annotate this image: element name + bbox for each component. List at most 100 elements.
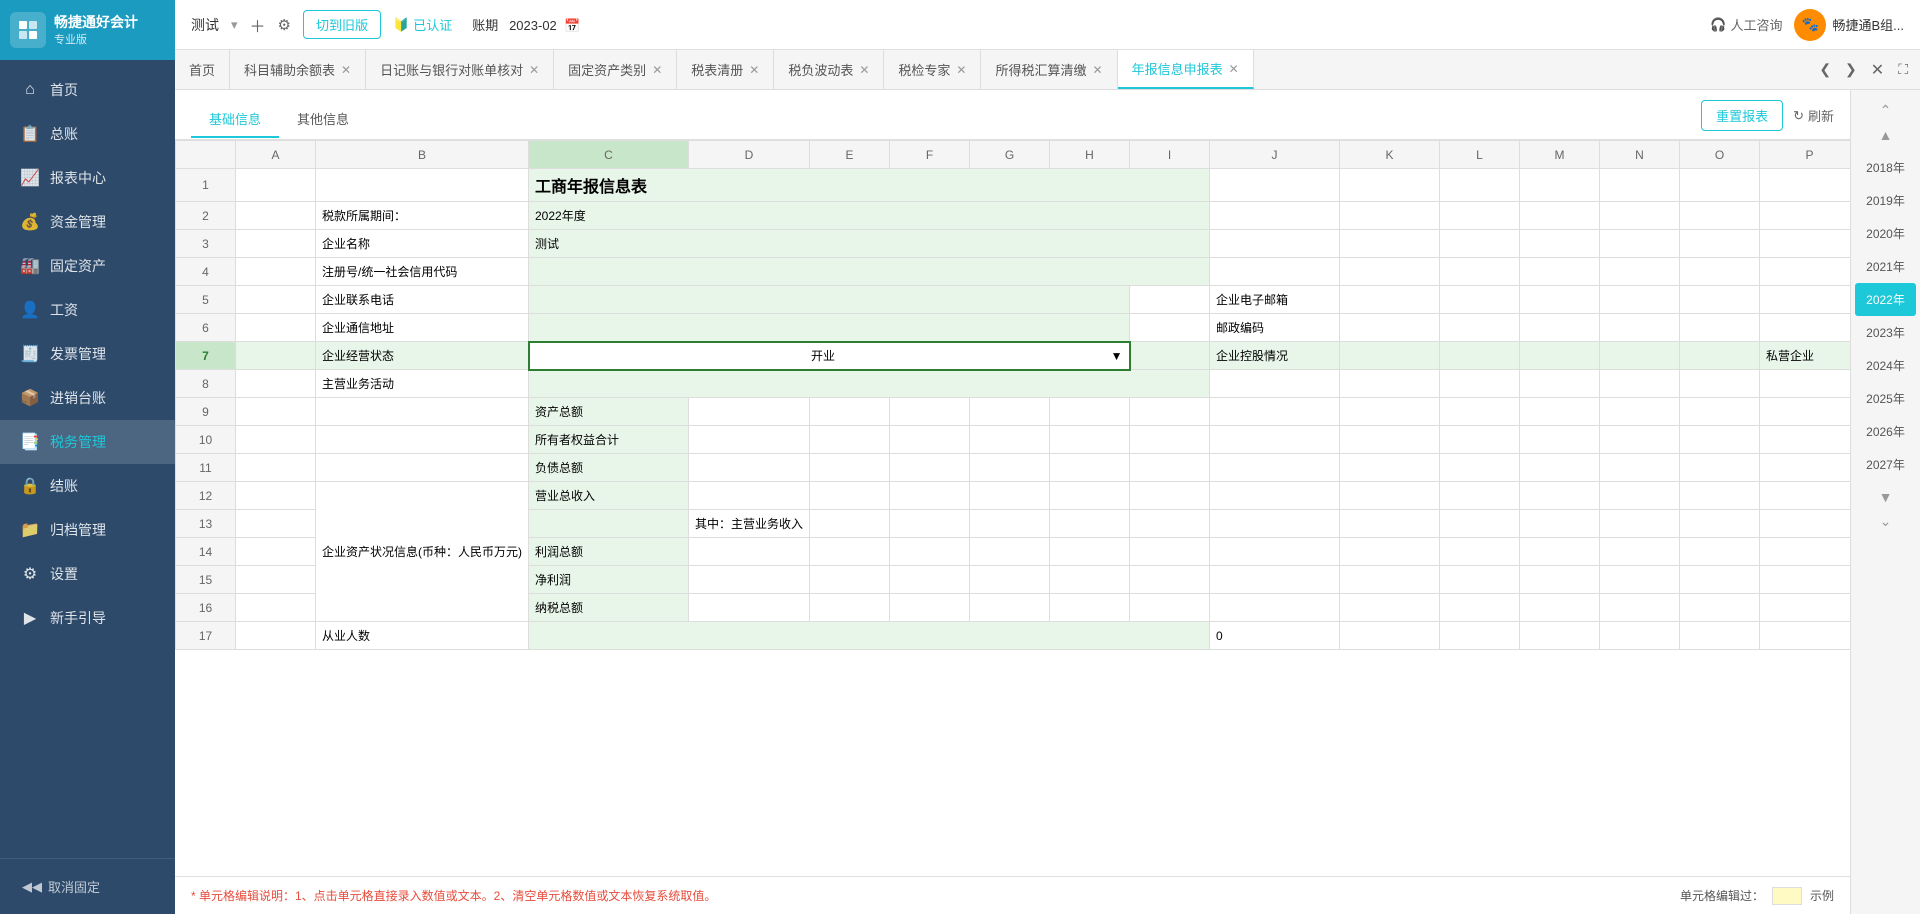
cell-7a[interactable] — [236, 342, 316, 370]
cell-14d[interactable] — [689, 538, 810, 566]
cell-4b[interactable]: 注册号/统一社会信用代码 — [316, 258, 529, 286]
cell-9l[interactable] — [1440, 398, 1520, 426]
year-item-2021[interactable]: 2021年 — [1851, 250, 1920, 283]
sidebar-item-finance[interactable]: 💰 资金管理 — [0, 200, 175, 244]
cell-10h[interactable] — [1050, 426, 1130, 454]
cell-3p[interactable] — [1760, 230, 1850, 258]
cell-5o[interactable] — [1680, 286, 1760, 314]
cell-2c[interactable]: 2022年度 — [529, 202, 1210, 230]
cell-11j[interactable] — [1210, 454, 1340, 482]
tab-tax-expert[interactable]: 税检专家 ✕ — [884, 50, 981, 89]
cell-11m[interactable] — [1520, 454, 1600, 482]
cell-11c[interactable]: 负债总额 — [529, 454, 689, 482]
sidebar-item-close[interactable]: 🔒 结账 — [0, 464, 175, 508]
cell-6c[interactable] — [529, 314, 1130, 342]
cell-7b[interactable]: 企业经营状态 — [316, 342, 529, 370]
cell-17k[interactable] — [1340, 622, 1440, 650]
cell-11h[interactable] — [1050, 454, 1130, 482]
cell-12l[interactable] — [1440, 482, 1520, 510]
cell-9e[interactable] — [810, 398, 890, 426]
cell-8m[interactable] — [1520, 370, 1600, 398]
cell-12i[interactable] — [1130, 482, 1210, 510]
cell-12o[interactable] — [1680, 482, 1760, 510]
cell-10n[interactable] — [1600, 426, 1680, 454]
cell-12m[interactable] — [1520, 482, 1600, 510]
sidebar-item-settings[interactable]: ⚙ 设置 — [0, 552, 175, 596]
year-item-2018[interactable]: 2018年 — [1851, 151, 1920, 184]
cell-10b[interactable] — [316, 426, 529, 454]
cell-11a[interactable] — [236, 454, 316, 482]
cell-3j[interactable] — [1210, 230, 1340, 258]
cell-4a[interactable] — [236, 258, 316, 286]
reset-report-button[interactable]: 重置报表 — [1701, 100, 1783, 131]
cell-15h[interactable] — [1050, 566, 1130, 594]
cell-9p[interactable] — [1760, 398, 1850, 426]
cell-10g[interactable] — [970, 426, 1050, 454]
cell-1k[interactable] — [1340, 169, 1440, 202]
cell-3n[interactable] — [1600, 230, 1680, 258]
sidebar-item-ledger[interactable]: 📋 总账 — [0, 112, 175, 156]
cell-4p[interactable] — [1760, 258, 1850, 286]
cell-3a[interactable] — [236, 230, 316, 258]
cell-16e[interactable] — [810, 594, 890, 622]
cell-5b[interactable]: 企业联系电话 — [316, 286, 529, 314]
topbar-settings-icon[interactable]: ⚙ — [278, 16, 291, 34]
cell-1o[interactable] — [1680, 169, 1760, 202]
cell-9f[interactable] — [890, 398, 970, 426]
cell-12n[interactable] — [1600, 482, 1680, 510]
cell-12b[interactable]: 企业资产状况信息(币种：人民币万元) — [316, 482, 529, 622]
cell-4o[interactable] — [1680, 258, 1760, 286]
year-item-2024[interactable]: 2024年 — [1851, 349, 1920, 382]
tab-prev-button[interactable]: ❮ — [1815, 57, 1835, 82]
cell-8l[interactable] — [1440, 370, 1520, 398]
cell-12d[interactable] — [689, 482, 810, 510]
cell-4j[interactable] — [1210, 258, 1340, 286]
cell-13l[interactable] — [1440, 510, 1520, 538]
refresh-button[interactable]: ↻ 刷新 — [1793, 106, 1834, 125]
cell-15n[interactable] — [1600, 566, 1680, 594]
cell-9k[interactable] — [1340, 398, 1440, 426]
cell-13o[interactable] — [1680, 510, 1760, 538]
year-item-2020[interactable]: 2020年 — [1851, 217, 1920, 250]
cell-14g[interactable] — [970, 538, 1050, 566]
cell-10c[interactable]: 所有者权益合计 — [529, 426, 689, 454]
cell-16p[interactable] — [1760, 594, 1850, 622]
cell-7l[interactable] — [1440, 342, 1520, 370]
cell-12c[interactable]: 营业总收入 — [529, 482, 689, 510]
cell-17a[interactable] — [236, 622, 316, 650]
cell-10p[interactable] — [1760, 426, 1850, 454]
cell-13j[interactable] — [1210, 510, 1340, 538]
cell-10o[interactable] — [1680, 426, 1760, 454]
cell-9h[interactable] — [1050, 398, 1130, 426]
cell-3m[interactable] — [1520, 230, 1600, 258]
cell-7n[interactable] — [1600, 342, 1680, 370]
cell-7o[interactable] — [1680, 342, 1760, 370]
sidebar-item-report[interactable]: 📈 报表中心 — [0, 156, 175, 200]
cell-15p[interactable] — [1760, 566, 1850, 594]
cell-14f[interactable] — [890, 538, 970, 566]
cell-6n[interactable] — [1600, 314, 1680, 342]
cell-17n[interactable] — [1600, 622, 1680, 650]
tab-close-icon[interactable]: ✕ — [1093, 63, 1103, 77]
cell-13i[interactable] — [1130, 510, 1210, 538]
sidebar-item-invoice[interactable]: 🧾 发票管理 — [0, 332, 175, 376]
cell-8p[interactable] — [1760, 370, 1850, 398]
cell-12f[interactable] — [890, 482, 970, 510]
cell-2m[interactable] — [1520, 202, 1600, 230]
cell-6k[interactable] — [1340, 314, 1440, 342]
cell-1l[interactable] — [1440, 169, 1520, 202]
cell-14c[interactable]: 利润总额 — [529, 538, 689, 566]
tab-close-icon[interactable]: ✕ — [529, 63, 539, 77]
cell-5i[interactable] — [1130, 286, 1210, 314]
year-item-2022[interactable]: 2022年 — [1855, 283, 1916, 316]
tab-assets-cat[interactable]: 固定资产类别 ✕ — [554, 50, 677, 89]
cell-16f[interactable] — [890, 594, 970, 622]
tab-auxiliary[interactable]: 科目辅助余额表 ✕ — [230, 50, 366, 89]
cell-5n[interactable] — [1600, 286, 1680, 314]
cell-17j[interactable]: 0 — [1210, 622, 1340, 650]
cell-12g[interactable] — [970, 482, 1050, 510]
cell-16a[interactable] — [236, 594, 316, 622]
cell-17b[interactable]: 从业人数 — [316, 622, 529, 650]
cell-4n[interactable] — [1600, 258, 1680, 286]
cell-12k[interactable] — [1340, 482, 1440, 510]
